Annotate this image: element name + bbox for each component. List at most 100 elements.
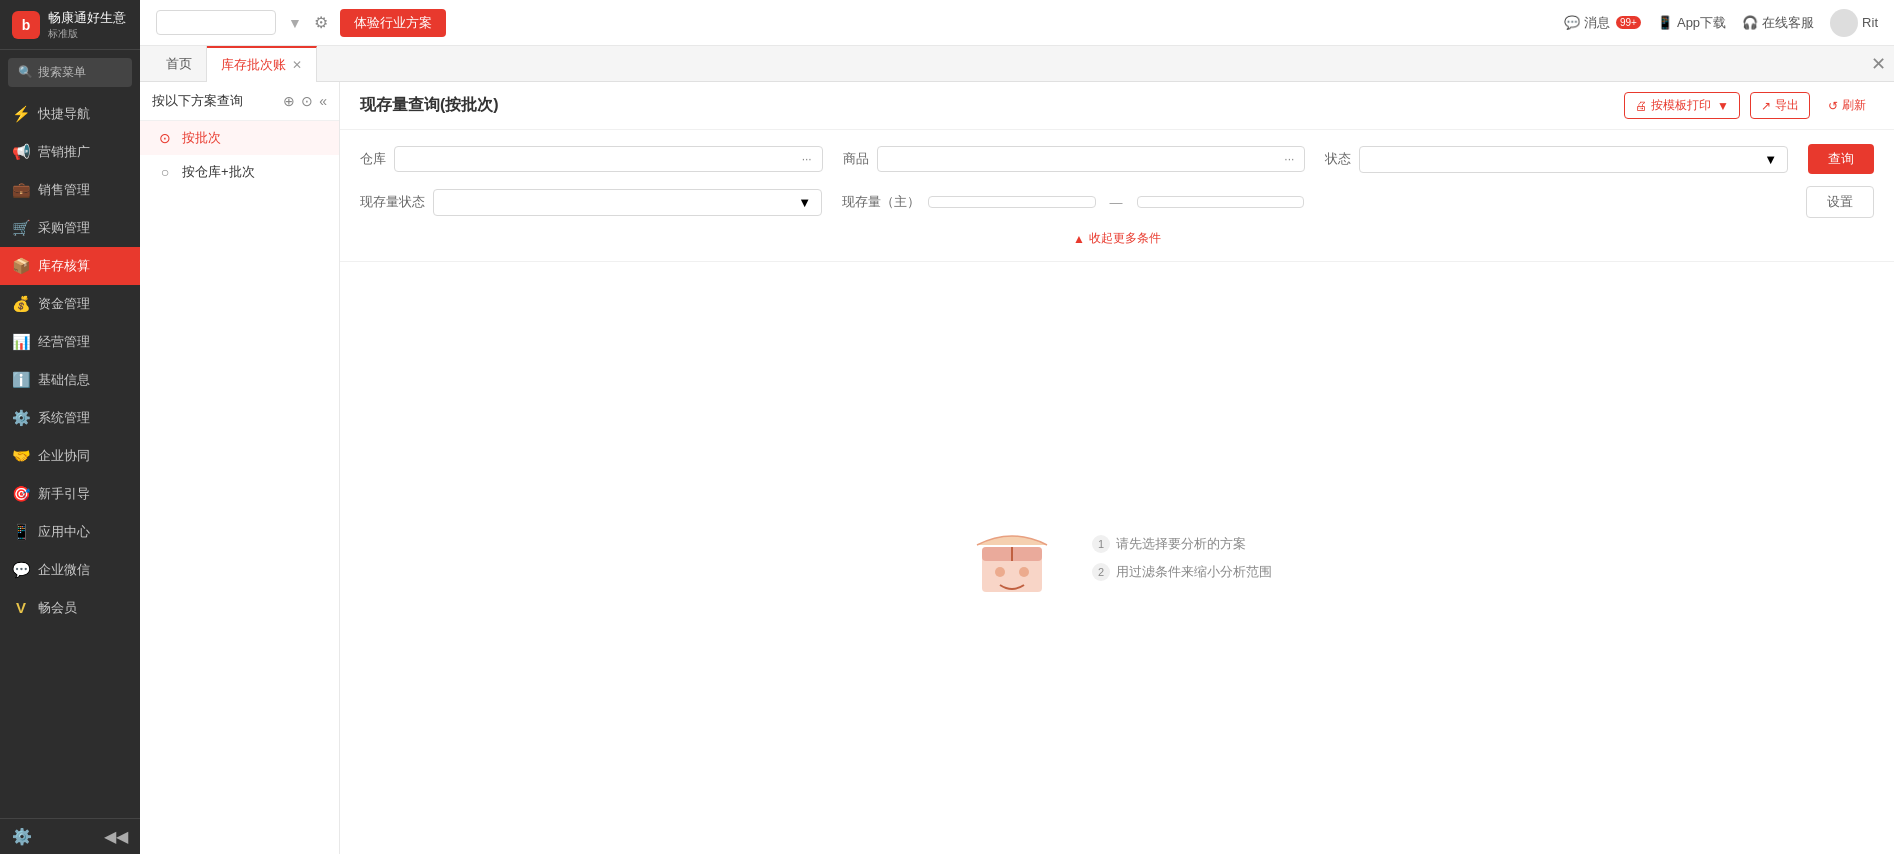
app-download-btn[interactable]: 📱 App下载 [1657,14,1726,32]
print-btn-label: 按模板打印 [1651,97,1711,114]
warehouse-input[interactable]: ··· [394,146,823,172]
query-btn[interactable]: 查询 [1808,144,1874,174]
topbar-left: ▼ ⚙ 体验行业方案 [156,9,446,37]
sidebar-item-enterprise[interactable]: 🤝 企业协同 [0,437,140,475]
sidebar-item-label: 营销推广 [38,143,90,161]
warehouse-label: 仓库 [360,150,386,168]
filter-row-2: 现存量状态 ▼ 现存量（主） — 设置 [360,186,1874,218]
add-scheme-icon[interactable]: ⊕ [283,93,295,109]
empty-svg [962,507,1062,607]
guide-icon: 🎯 [12,485,30,503]
sidebar-item-finance[interactable]: 💰 资金管理 [0,285,140,323]
product-input[interactable]: ··· [877,146,1306,172]
message-btn[interactable]: 💬 消息 99+ [1564,14,1641,32]
stock-qty-range-max[interactable] [1137,196,1305,208]
scheme-item-batch[interactable]: ⊙ 按批次 [140,121,339,155]
product-more[interactable]: ··· [1284,152,1294,166]
scheme-item-warehouse-batch[interactable]: ○ 按仓库+批次 [140,155,339,189]
stock-status-label: 现存量状态 [360,193,425,211]
app-download-icon: 📱 [1657,15,1673,30]
experience-btn[interactable]: 体验行业方案 [340,9,446,37]
stock-status-select[interactable]: ▼ [433,189,822,216]
sidebar-item-purchase[interactable]: 🛒 采购管理 [0,209,140,247]
settings-footer-icon[interactable]: ⚙️ [12,827,32,846]
sidebar-item-wechat[interactable]: 💬 企业微信 [0,551,140,589]
collapse-row[interactable]: ▲ 收起更多条件 [360,230,1874,247]
sidebar-item-app-center[interactable]: 📱 应用中心 [0,513,140,551]
collapse-panel-icon[interactable]: « [319,93,327,109]
svg-point-4 [1019,567,1029,577]
topbar-search-input[interactable] [156,10,276,35]
tab-home[interactable]: 首页 [152,46,207,82]
tab-inventory-batch[interactable]: 库存批次账 ✕ [207,46,317,82]
left-panel-title: 按以下方案查询 [152,92,243,110]
enterprise-icon: 🤝 [12,447,30,465]
sidebar-item-label: 畅会员 [38,599,77,617]
user-menu[interactable]: Rit [1830,9,1878,37]
finance-icon: 💰 [12,295,30,313]
sidebar-item-label: 应用中心 [38,523,90,541]
base-info-icon: ℹ️ [12,371,30,389]
sidebar-item-sales[interactable]: 💼 销售管理 [0,171,140,209]
sidebar-item-guide[interactable]: 🎯 新手引导 [0,475,140,513]
search-menu[interactable]: 🔍 搜索菜单 [8,58,132,87]
print-btn[interactable]: 🖨 按模板打印 ▼ [1624,92,1740,119]
sidebar-item-member[interactable]: V 畅会员 [0,589,140,627]
settings-btn[interactable]: 设置 [1806,186,1874,218]
print-dropdown-icon[interactable]: ▼ [1717,99,1729,113]
empty-tip-1: 1 请先选择要分析的方案 [1092,535,1272,553]
sidebar-nav: ⚡ 快捷导航 📢 营销推广 💼 销售管理 🛒 采购管理 📦 库存核算 💰 资金管… [0,95,140,818]
sidebar-item-label: 库存核算 [38,257,90,275]
right-panel: 现存量查询(按批次) 🖨 按模板打印 ▼ ↗ 导出 ↺ 刷新 [340,82,1894,854]
scheme-warehouse-batch-label: 按仓库+批次 [182,163,255,181]
inventory-icon: 📦 [12,257,30,275]
sidebar-item-operations[interactable]: 📊 经营管理 [0,323,140,361]
empty-tips: 1 请先选择要分析的方案 2 用过滤条件来缩小分析范围 [1092,535,1272,581]
status-select[interactable]: ▼ [1359,146,1788,173]
export-btn-label: 导出 [1775,97,1799,114]
stock-qty-range-min[interactable] [928,196,1096,208]
sidebar-item-inventory[interactable]: 📦 库存核算 [0,247,140,285]
sidebar-item-quick-nav[interactable]: ⚡ 快捷导航 [0,95,140,133]
stock-qty-label: 现存量（主） [842,193,920,211]
message-badge: 99+ [1616,16,1641,29]
filter-area: 仓库 ··· 商品 ··· 状态 [340,130,1894,262]
scheme-inactive-icon: ○ [156,163,174,181]
sidebar-item-label: 基础信息 [38,371,90,389]
tip-2-num: 2 [1092,563,1110,581]
refresh-btn[interactable]: ↺ 刷新 [1820,93,1874,118]
status-dropdown-icon: ▼ [1764,152,1777,167]
empty-tip-2: 2 用过滤条件来缩小分析范围 [1092,563,1272,581]
scheme-batch-label: 按批次 [182,129,221,147]
app-download-label: App下载 [1677,14,1726,32]
app-subtitle: 标准版 [48,27,126,41]
settings-scheme-icon[interactable]: ⊙ [301,93,313,109]
online-service-btn[interactable]: 🎧 在线客服 [1742,14,1814,32]
user-name: Rit [1862,15,1878,30]
sidebar-item-marketing[interactable]: 📢 营销推广 [0,133,140,171]
marketing-icon: 📢 [12,143,30,161]
collapse-sidebar-icon[interactable]: ◀◀ [104,827,128,846]
tip-1-text: 请先选择要分析的方案 [1116,535,1246,553]
refresh-icon: ↺ [1828,99,1838,113]
tab-inventory-batch-label: 库存批次账 [221,56,286,74]
topbar-dropdown-icon[interactable]: ▼ [288,15,302,31]
stock-qty-range-separator: — [1104,195,1129,210]
operations-icon: 📊 [12,333,30,351]
message-icon: 💬 [1564,15,1580,30]
member-icon: V [12,599,30,617]
close-all-icon[interactable]: ✕ [1871,53,1886,75]
svg-point-3 [995,567,1005,577]
sidebar-item-label: 资金管理 [38,295,90,313]
search-menu-label: 搜索菜单 [38,64,86,81]
sidebar-item-base-info[interactable]: ℹ️ 基础信息 [0,361,140,399]
print-icon: 🖨 [1635,99,1647,113]
empty-state: 1 请先选择要分析的方案 2 用过滤条件来缩小分析范围 [340,262,1894,854]
sidebar-item-label: 系统管理 [38,409,90,427]
topbar-gear-icon[interactable]: ⚙ [314,13,328,32]
sidebar-item-system[interactable]: ⚙️ 系统管理 [0,399,140,437]
export-btn[interactable]: ↗ 导出 [1750,92,1810,119]
warehouse-more[interactable]: ··· [802,152,812,166]
online-service-icon: 🎧 [1742,15,1758,30]
tab-close-icon[interactable]: ✕ [292,58,302,72]
